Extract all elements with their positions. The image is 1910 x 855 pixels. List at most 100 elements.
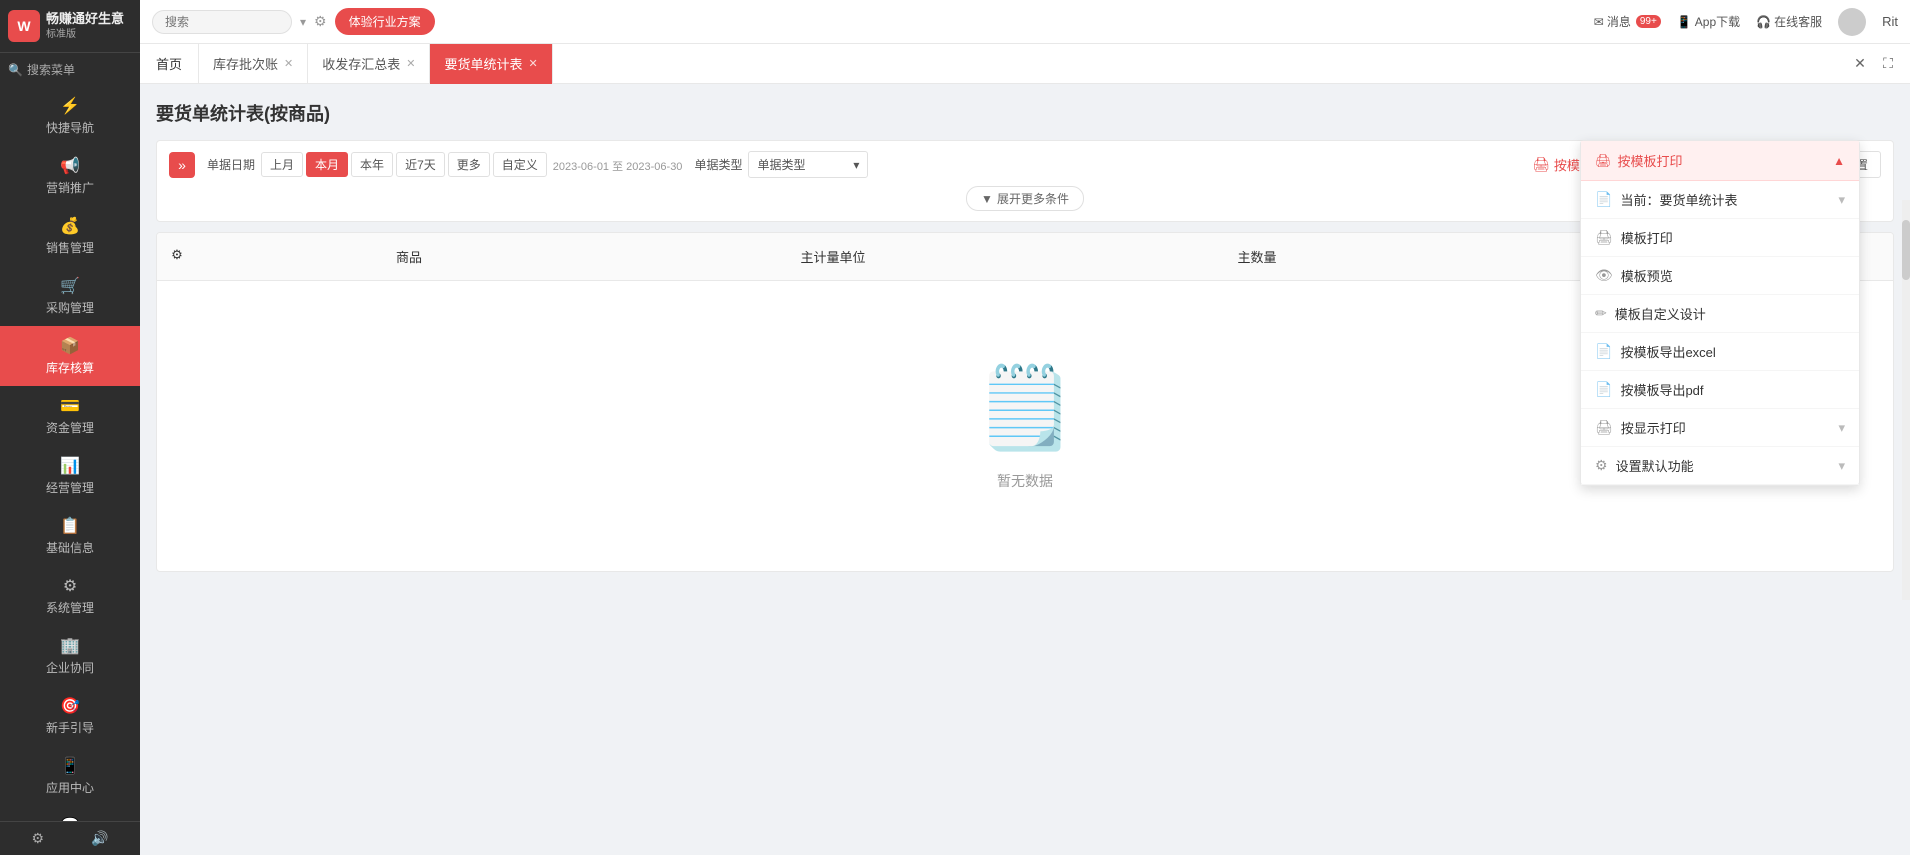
type-filter-group: 单据类型 单据类型 ▾	[694, 151, 868, 178]
sidebar-item-inventory[interactable]: 📦 库存核算	[0, 326, 140, 386]
date-btn-custom[interactable]: 自定义	[493, 152, 547, 177]
sidebar-item-operation[interactable]: 📊 经营管理	[0, 446, 140, 506]
settings-bottom-btn[interactable]: ⚙	[32, 830, 45, 847]
tab-bar: 首页 库存批次账 ✕ 收发存汇总表 ✕ 要货单统计表 ✕ ✕ ⛶	[140, 44, 1910, 84]
trial-button[interactable]: 体验行业方案	[335, 8, 435, 35]
edition-label: 标准版	[46, 28, 124, 42]
date-btn-prev-month[interactable]: 上月	[261, 152, 303, 177]
sidebar-item-label: 基础信息	[46, 539, 94, 556]
date-range-text: 2023-06-01 至 2023-06-30	[553, 158, 683, 174]
template-print-label: 模板打印	[1621, 228, 1673, 247]
dropdown-print-icon: 🖨	[1595, 153, 1612, 169]
current-icon: 📄	[1595, 191, 1612, 208]
sidebar-item-label: 营销推广	[46, 179, 94, 196]
dropdown-header-chevron-icon: ▲	[1833, 154, 1845, 168]
sidebar-item-appstore[interactable]: 📱 应用中心	[0, 746, 140, 806]
sidebar-item-guide[interactable]: 🎯 新手引导	[0, 686, 140, 746]
sidebar-item-quick-nav[interactable]: ⚡ 快捷导航	[0, 86, 140, 146]
expand-conditions-btn[interactable]: ▼ 展开更多条件	[966, 186, 1084, 211]
date-btn-more[interactable]: 更多	[448, 152, 490, 177]
template-excel-label: 按模板导出excel	[1620, 342, 1715, 361]
purchase-icon: 🛒	[60, 276, 80, 296]
window-close-btn[interactable]: ✕	[1850, 54, 1870, 74]
user-name: Rit	[1882, 14, 1898, 29]
dropdown-item-template-pdf[interactable]: 📄 按模板导出pdf	[1581, 371, 1859, 409]
dropdown-item-template-preview[interactable]: 👁 模板预览	[1581, 257, 1859, 295]
sidebar-item-label: 新手引导	[46, 719, 94, 736]
dropdown-set-default[interactable]: ⚙ 设置默认功能 ▾	[1581, 447, 1859, 485]
sidebar-item-label: 系统管理	[46, 599, 94, 616]
search-chevron-icon[interactable]: ▾	[300, 15, 306, 29]
tab-home-label: 首页	[156, 54, 182, 73]
sidebar-item-sales[interactable]: 💰 销售管理	[0, 206, 140, 266]
dropdown-header[interactable]: 🖨 按模板打印 ▲	[1581, 141, 1859, 181]
date-btn-7days[interactable]: 近7天	[396, 152, 445, 177]
tab-batch-ledger-close[interactable]: ✕	[284, 57, 293, 70]
page-title: 要货单统计表(按商品)	[156, 100, 1894, 126]
app-download-button[interactable]: 📱 App下载	[1677, 13, 1740, 30]
dropdown-item-template-excel[interactable]: 📄 按模板导出excel	[1581, 333, 1859, 371]
set-default-label: 设置默认功能	[1616, 456, 1694, 475]
sidebar-item-label: 采购管理	[46, 299, 94, 316]
sidebar-search[interactable]: 🔍 搜索菜单	[0, 53, 140, 86]
window-maximize-btn[interactable]: ⛶	[1878, 54, 1898, 74]
type-select[interactable]: 单据类型 ▾	[748, 151, 868, 178]
tab-batch-ledger[interactable]: 库存批次账 ✕	[199, 44, 308, 84]
dropdown-item-template-print[interactable]: 🖨 模板打印	[1581, 219, 1859, 257]
dropdown-current[interactable]: 📄 当前：要货单统计表 ▾	[1581, 181, 1859, 219]
finance-icon: 💳	[60, 396, 80, 416]
date-filter-label: 单据日期	[207, 156, 255, 173]
set-default-chevron-icon: ▾	[1838, 458, 1845, 474]
sidebar-item-purchase[interactable]: 🛒 采购管理	[0, 266, 140, 326]
right-scrollbar[interactable]	[1902, 200, 1910, 600]
date-btn-this-year[interactable]: 本年	[351, 152, 393, 177]
template-excel-icon: 📄	[1595, 343, 1612, 360]
dropdown-title: 按模板打印	[1618, 151, 1683, 170]
tab-collection-summary-close[interactable]: ✕	[406, 57, 415, 70]
dropdown-header-left: 🖨 按模板打印	[1595, 151, 1683, 170]
message-icon: ✉	[1594, 15, 1604, 29]
dropdown-item-template-design[interactable]: ✏ 模板自定义设计	[1581, 295, 1859, 333]
display-print-icon: 🖨	[1595, 419, 1613, 436]
th-quantity: 主数量	[1045, 241, 1469, 272]
online-service-button[interactable]: 🎧 在线客服	[1756, 13, 1822, 30]
sidebar-item-marketing[interactable]: 📢 营销推广	[0, 146, 140, 206]
current-chevron-icon: ▾	[1838, 192, 1845, 208]
messages-button[interactable]: ✉ 消息 99+	[1594, 13, 1661, 30]
guide-icon: 🎯	[60, 696, 80, 716]
sidebar-item-enterprise[interactable]: 🏢 企业协同	[0, 626, 140, 686]
sidebar-menu: ⚡ 快捷导航 📢 营销推广 💰 销售管理 🛒 采购管理 📦 库存核算 💳 资金管…	[0, 86, 140, 821]
template-pdf-label: 按模板导出pdf	[1620, 380, 1703, 399]
window-controls: ✕ ⛶	[1850, 54, 1910, 74]
sidebar-item-basic[interactable]: 📋 基础信息	[0, 506, 140, 566]
app-download-label: App下载	[1695, 13, 1740, 30]
print-icon: 🖨	[1532, 156, 1550, 173]
tab-collection-summary[interactable]: 收发存汇总表 ✕	[308, 44, 430, 84]
sidebar-item-system[interactable]: ⚙ 系统管理	[0, 566, 140, 626]
audio-bottom-btn[interactable]: 🔊	[91, 830, 108, 847]
right-scrollbar-thumb[interactable]	[1902, 220, 1910, 280]
search-input[interactable]	[152, 10, 292, 34]
template-design-icon: ✏	[1595, 305, 1607, 322]
sidebar-item-finance[interactable]: 💳 资金管理	[0, 386, 140, 446]
tab-order-stats-close[interactable]: ✕	[529, 57, 538, 70]
settings-gear-icon[interactable]: ⚙	[314, 13, 327, 30]
dropdown-display-print[interactable]: 🖨 按显示打印 ▾	[1581, 409, 1859, 447]
sidebar-item-label: 经营管理	[46, 479, 94, 496]
user-avatar[interactable]	[1838, 8, 1866, 36]
tab-batch-ledger-label: 库存批次账	[213, 54, 278, 73]
sidebar-item-wechat[interactable]: 💬 企业微信	[0, 806, 140, 821]
dropdown-set-default-left: ⚙ 设置默认功能	[1595, 456, 1694, 475]
print-dropdown-panel: 🖨 按模板打印 ▲ 📄 当前：要货单统计表 ▾ 🖨 模板打印 👁 模板预览 ✏ …	[1580, 140, 1860, 486]
date-btn-this-month[interactable]: 本月	[306, 152, 348, 177]
tab-order-stats[interactable]: 要货单统计表 ✕	[430, 44, 552, 84]
dropdown-current-left: 📄 当前：要货单统计表	[1595, 190, 1737, 209]
brand-name: 畅赚通好生意	[46, 10, 124, 28]
set-default-icon: ⚙	[1595, 457, 1608, 474]
sidebar-item-label: 企业协同	[46, 659, 94, 676]
tab-home[interactable]: 首页	[140, 44, 199, 84]
sidebar-item-label: 快捷导航	[46, 119, 94, 136]
basic-icon: 📋	[60, 516, 80, 536]
expand-collapse-btn[interactable]: »	[169, 152, 195, 178]
th-settings[interactable]: ⚙	[157, 241, 197, 272]
